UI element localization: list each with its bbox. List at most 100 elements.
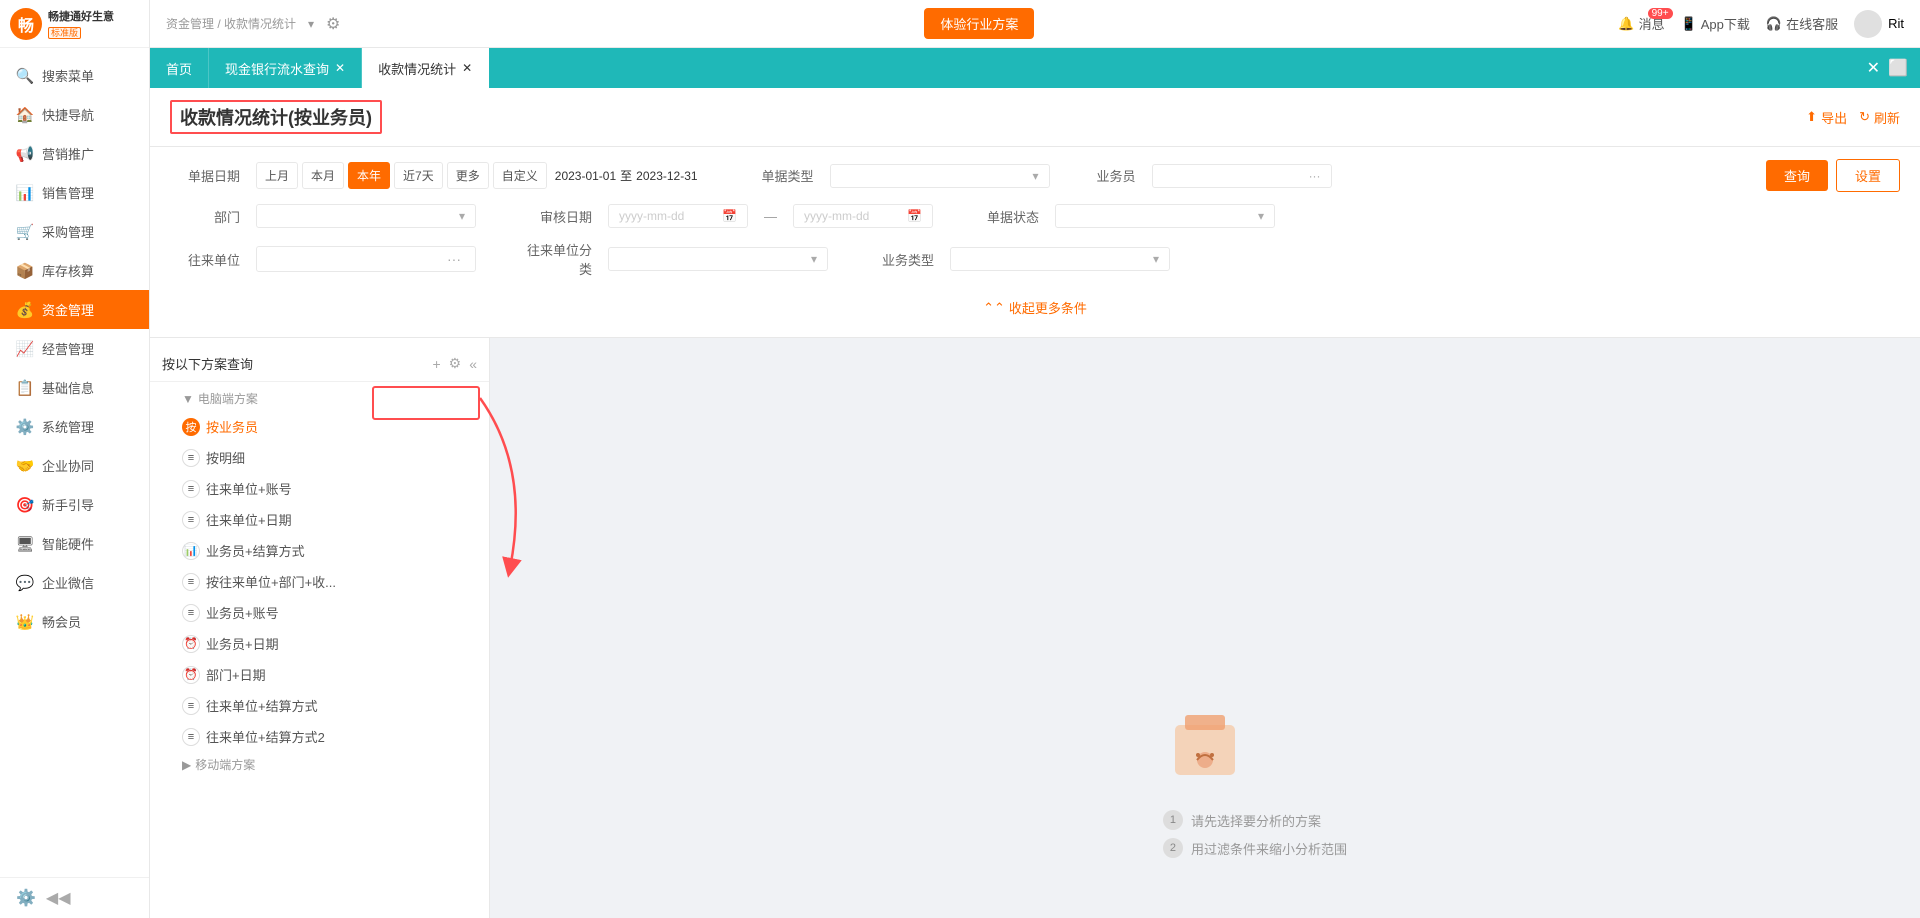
date-separator: 至 xyxy=(620,167,632,184)
content-area: 按以下方案查询 + ⚙ « ▼ 电脑端方案 按 按业务员 xyxy=(150,338,1920,918)
sidebar-item-quicknav[interactable]: 🏠 快捷导航 xyxy=(0,95,149,134)
crown-icon: 👑 xyxy=(16,613,34,631)
sidebar-item-guide[interactable]: 🎯 新手引导 xyxy=(0,485,149,524)
topbar: 资金管理 / 收款情况统计 ▾ ⚙ 体验行业方案 🔔 消息 99+ 📱 App下… xyxy=(150,0,1920,48)
tabbar-right: ✕ ⬜ xyxy=(1867,58,1920,78)
tree-item-partner-dept-collect[interactable]: ≡ 按往来单位+部门+收... xyxy=(166,566,489,597)
date-btn-custom[interactable]: 自定义 xyxy=(493,162,547,189)
docstatus-label: 单据状态 xyxy=(969,207,1039,226)
tree-item-dept-date[interactable]: ⏰ 部门+日期 xyxy=(166,659,489,690)
scheme-icon-sacc: ≡ xyxy=(182,604,200,622)
logo-icon: 畅 xyxy=(10,8,42,40)
sidebar-item-member[interactable]: 👑 畅会员 xyxy=(0,602,149,641)
topbar-gear-icon[interactable]: ⚙ xyxy=(326,14,340,34)
dept-select[interactable]: ▾ xyxy=(256,204,476,228)
left-panel-icons: + ⚙ « xyxy=(432,355,477,372)
tab-receipt[interactable]: 收款情况统计 ✕ xyxy=(362,48,489,88)
set-btn[interactable]: 设置 xyxy=(1836,159,1900,192)
sidebar-label-operations: 经营管理 xyxy=(42,339,94,358)
logo-badge: 标准版 xyxy=(48,27,81,39)
filter-actions: 查询 设置 xyxy=(1766,159,1900,192)
tree-group-pc-label[interactable]: ▼ 电脑端方案 xyxy=(166,386,489,411)
tab-close-receipt[interactable]: ✕ xyxy=(462,61,472,75)
chevron-up-icon: ⌃⌃ xyxy=(983,300,1005,316)
export-btn[interactable]: ⬆ 导出 xyxy=(1806,108,1847,127)
logo-text-group: 畅捷通好生意 标准版 xyxy=(48,8,114,39)
filter-collapse-btn[interactable]: ⌃⌃ 收起更多条件 xyxy=(170,290,1900,325)
sidebar-item-basicinfo[interactable]: 📋 基础信息 xyxy=(0,368,149,407)
maximize-btn[interactable]: ⬜ xyxy=(1888,58,1908,78)
review-date-to[interactable]: yyyy-mm-dd 📅 xyxy=(793,204,933,228)
tabbar: 首页 现金银行流水查询 ✕ 收款情况统计 ✕ ✕ ⬜ xyxy=(150,48,1920,88)
tree-item-salesman-account[interactable]: ≡ 业务员+账号 xyxy=(166,597,489,628)
date-btn-7days[interactable]: 近7天 xyxy=(394,162,443,189)
filter-row-3: 往来单位 ··· 往来单位分类 ▾ 业务类型 ▾ xyxy=(170,240,1900,278)
sidebar-item-operations[interactable]: 📈 经营管理 xyxy=(0,329,149,368)
phone-icon: 📱 xyxy=(1681,16,1697,32)
scheme-icon-pa: ≡ xyxy=(182,480,200,498)
sidebar-item-purchase[interactable]: 🛒 采购管理 xyxy=(0,212,149,251)
chart-icon: 📊 xyxy=(16,184,34,202)
biztype-chevron-icon: ▾ xyxy=(1153,252,1159,266)
message-btn[interactable]: 🔔 消息 99+ xyxy=(1618,14,1664,33)
date-btn-last-month[interactable]: 上月 xyxy=(256,162,298,189)
biztype-select[interactable]: ▾ xyxy=(950,247,1170,271)
settings-footer-icon[interactable]: ⚙️ xyxy=(16,888,36,908)
sidebar-label-search: 搜索菜单 xyxy=(42,66,94,85)
refresh-btn[interactable]: ↻ 刷新 xyxy=(1859,108,1900,127)
sidebar-label-purchase: 采购管理 xyxy=(42,222,94,241)
empty-tip-1: 1 请先选择要分析的方案 xyxy=(1163,810,1321,830)
handshake-icon: 🤝 xyxy=(16,457,34,475)
tree-item-salesman[interactable]: 按 按业务员 xyxy=(166,411,489,442)
docstatus-select[interactable]: ▾ xyxy=(1055,204,1275,228)
date-btn-more[interactable]: 更多 xyxy=(447,162,489,189)
app-download-btn[interactable]: 📱 App下载 xyxy=(1681,14,1750,33)
tab-bank[interactable]: 现金银行流水查询 ✕ xyxy=(209,48,362,88)
doctype-select[interactable]: ▾ xyxy=(830,164,1050,188)
sidebar-label-quicknav: 快捷导航 xyxy=(42,105,94,124)
tree-item-salesman-date[interactable]: ⏰ 业务员+日期 xyxy=(166,628,489,659)
sidebar-item-hardware[interactable]: 🖥 智能硬件 xyxy=(0,524,149,563)
sidebar-item-wechat[interactable]: 💬 企业微信 xyxy=(0,563,149,602)
tree-item-detail[interactable]: ≡ 按明细 xyxy=(166,442,489,473)
tab-close-bank[interactable]: ✕ xyxy=(335,61,345,75)
sidebar-item-system[interactable]: ⚙️ 系统管理 xyxy=(0,407,149,446)
scheme-icon-pd: ≡ xyxy=(182,511,200,529)
add-scheme-btn[interactable]: + xyxy=(432,356,440,372)
sidebar-item-enterprise[interactable]: 🤝 企业协同 xyxy=(0,446,149,485)
empty-tip-2: 2 用过滤条件来缩小分析范围 xyxy=(1163,838,1347,858)
dept-chevron-icon: ▾ xyxy=(459,209,465,223)
tree-item-partner-settle-2[interactable]: ≡ 往来单位+结算方式2 xyxy=(166,721,489,752)
sidebar-item-search[interactable]: 🔍 搜索菜单 xyxy=(0,56,149,95)
date-btn-this-year[interactable]: 本年 xyxy=(348,162,390,189)
partner-select[interactable]: ··· xyxy=(256,246,476,272)
salesman-select[interactable]: ··· xyxy=(1152,164,1332,188)
tree-item-partner-account[interactable]: ≡ 往来单位+账号 xyxy=(166,473,489,504)
review-date-from[interactable]: yyyy-mm-dd 📅 xyxy=(608,204,748,228)
tree-item-salesman-settle[interactable]: 📊 业务员+结算方式 xyxy=(166,535,489,566)
tree-item-partner-settle-1[interactable]: ≡ 往来单位+结算方式 xyxy=(166,690,489,721)
partner-cat-select[interactable]: ▾ xyxy=(608,247,828,271)
breadcrumb-dropdown-icon[interactable]: ▾ xyxy=(308,17,314,31)
tree-item-partner-date[interactable]: ≡ 往来单位+日期 xyxy=(166,504,489,535)
date-btn-this-month[interactable]: 本月 xyxy=(302,162,344,189)
collapse-icon[interactable]: ◀◀ xyxy=(46,888,71,908)
query-btn[interactable]: 查询 xyxy=(1766,160,1828,191)
panel-collapse-btn[interactable]: « xyxy=(469,356,477,372)
sidebar-item-finance[interactable]: 💰 资金管理 xyxy=(0,290,149,329)
page-actions: ⬆ 导出 ↻ 刷新 xyxy=(1806,108,1900,127)
trial-btn[interactable]: 体验行业方案 xyxy=(924,8,1034,39)
sidebar-item-inventory[interactable]: 📦 库存核算 xyxy=(0,251,149,290)
sidebar-item-marketing[interactable]: 📢 营销推广 xyxy=(0,134,149,173)
sidebar-item-sales[interactable]: 📊 销售管理 xyxy=(0,173,149,212)
tree-group-mobile-label[interactable]: ▶ 移动端方案 xyxy=(166,752,489,777)
search-icon: 🔍 xyxy=(16,67,34,85)
tab-home[interactable]: 首页 xyxy=(150,48,209,88)
refresh-icon: ↻ xyxy=(1859,109,1870,125)
user-info[interactable]: Rit xyxy=(1854,10,1904,38)
close-window-btn[interactable]: ✕ xyxy=(1867,58,1880,78)
empty-state-tips: 1 请先选择要分析的方案 2 用过滤条件来缩小分析范围 xyxy=(1163,810,1347,858)
scheme-settings-btn[interactable]: ⚙ xyxy=(449,355,462,372)
online-service-btn[interactable]: 🎧 在线客服 xyxy=(1766,14,1838,33)
partner-cat-chevron-icon: ▾ xyxy=(811,252,817,266)
